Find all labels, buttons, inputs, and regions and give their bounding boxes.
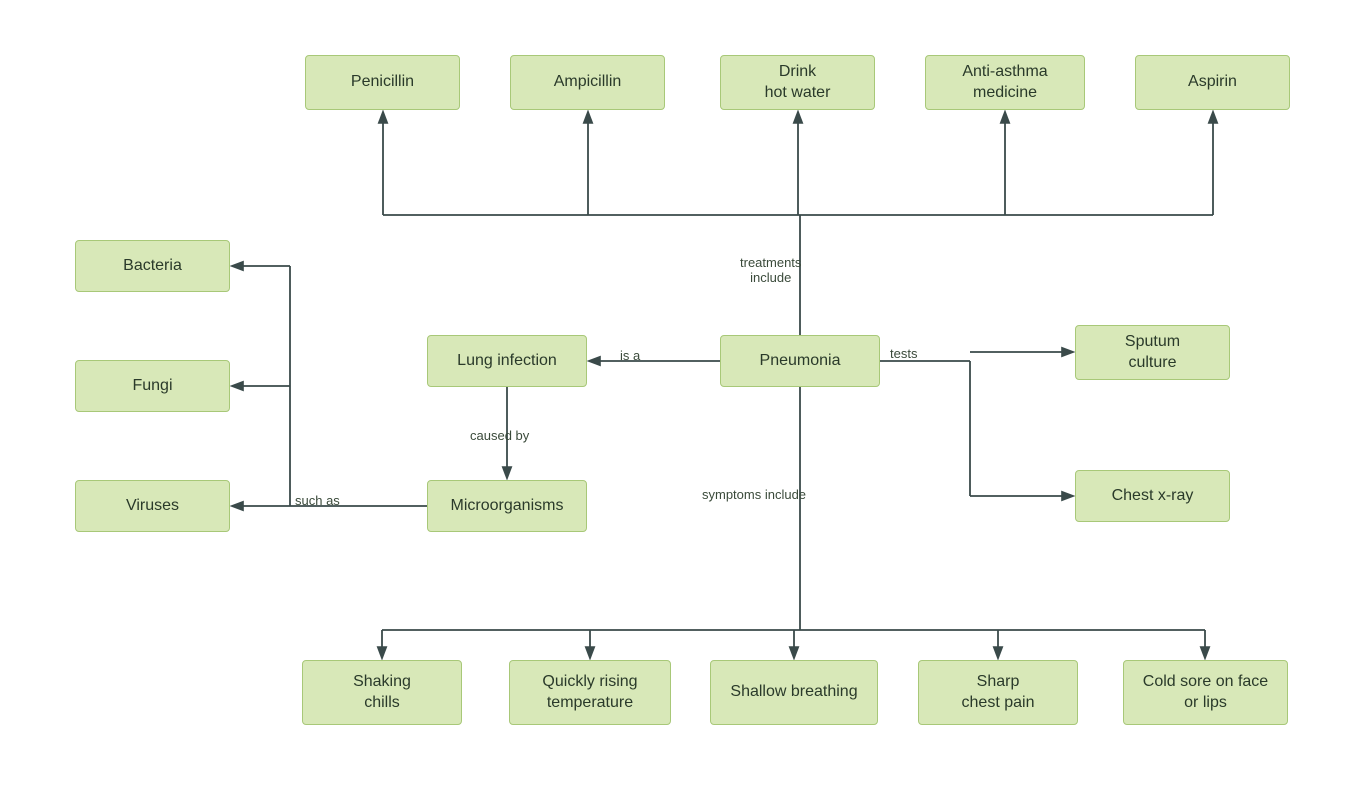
node-sputum-culture: Sputum culture [1075, 325, 1230, 380]
node-anti-asthma: Anti-asthma medicine [925, 55, 1085, 110]
label-such-as: such as [295, 493, 340, 508]
node-cold-sore: Cold sore on face or lips [1123, 660, 1288, 725]
node-ampicillin: Ampicillin [510, 55, 665, 110]
node-drink-hot-water: Drink hot water [720, 55, 875, 110]
label-symptoms-include: symptoms include [702, 487, 806, 502]
node-bacteria: Bacteria [75, 240, 230, 292]
node-quickly-rising: Quickly rising temperature [509, 660, 671, 725]
node-aspirin: Aspirin [1135, 55, 1290, 110]
node-shallow-breathing: Shallow breathing [710, 660, 878, 725]
label-caused-by: caused by [470, 428, 529, 443]
node-fungi: Fungi [75, 360, 230, 412]
node-lung-infection: Lung infection [427, 335, 587, 387]
concept-map: Pneumonia Lung infection Microorganisms … [0, 0, 1360, 800]
node-shaking-chills: Shaking chills [302, 660, 462, 725]
label-treatments-include: treatments include [740, 240, 801, 285]
node-penicillin: Penicillin [305, 55, 460, 110]
node-microorganisms: Microorganisms [427, 480, 587, 532]
node-viruses: Viruses [75, 480, 230, 532]
label-is-a: is a [620, 348, 640, 363]
node-pneumonia: Pneumonia [720, 335, 880, 387]
node-chest-xray: Chest x-ray [1075, 470, 1230, 522]
node-sharp-chest-pain: Sharp chest pain [918, 660, 1078, 725]
label-tests: tests [890, 346, 917, 361]
